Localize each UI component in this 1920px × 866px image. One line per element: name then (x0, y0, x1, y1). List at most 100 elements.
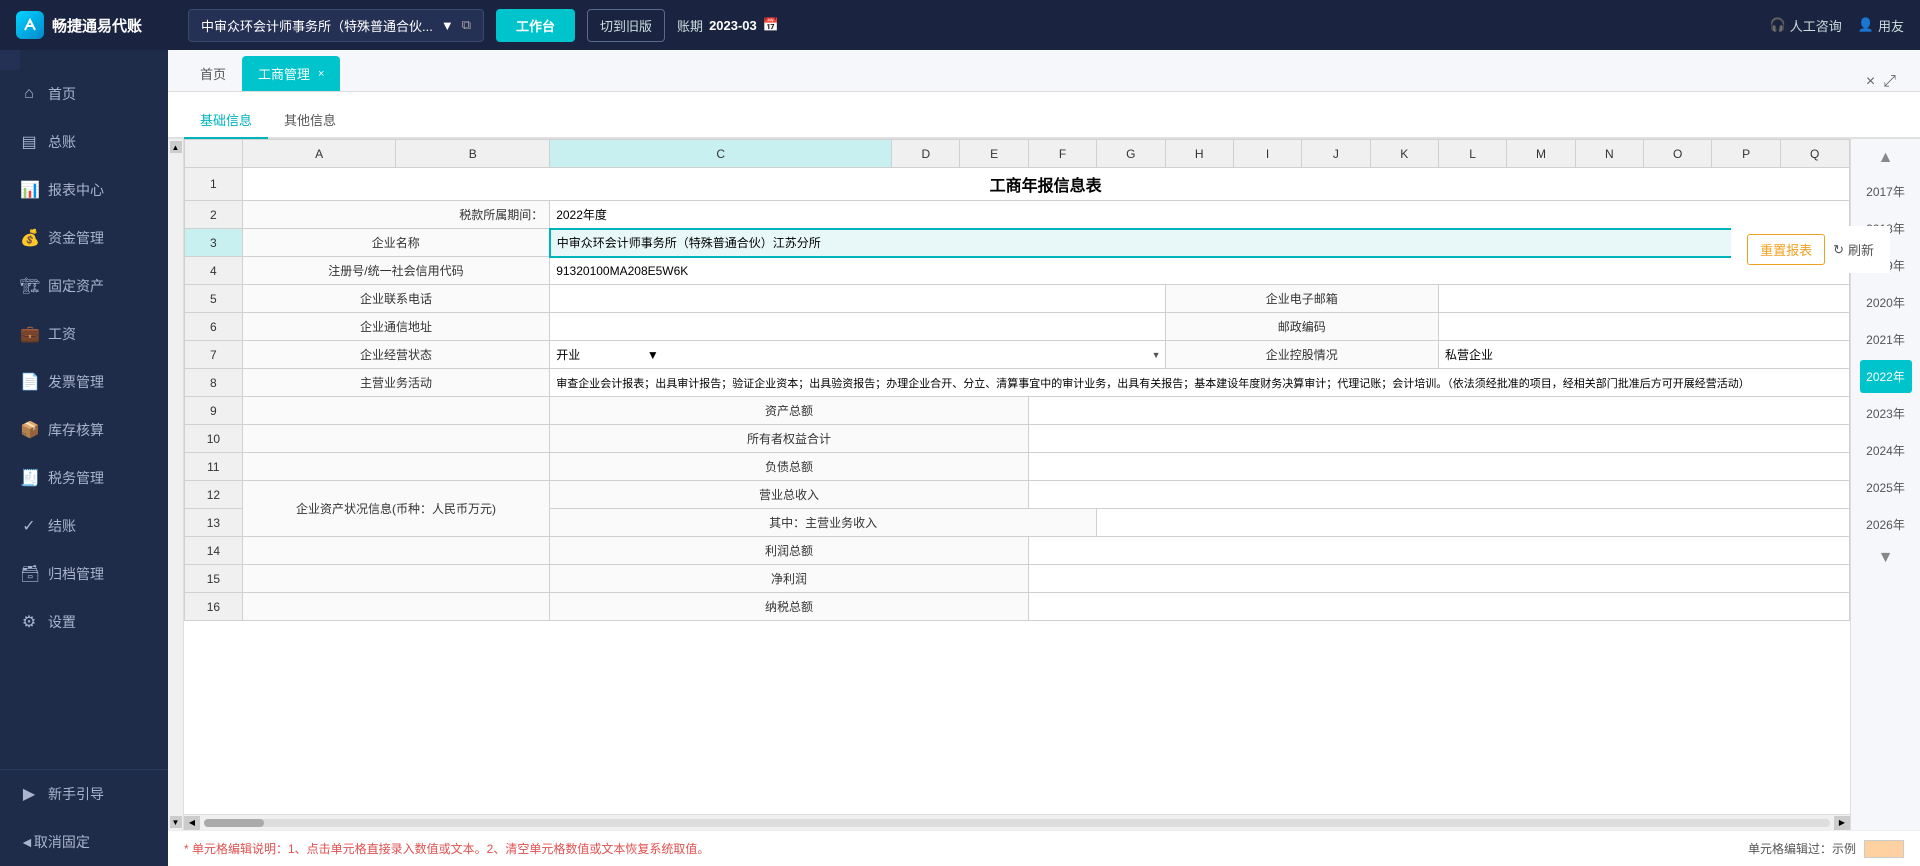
report-icon: 📊 (20, 180, 38, 200)
reg-label: 注册号/统一社会信用代码 (242, 257, 549, 285)
refresh-button[interactable]: ↻ 刷新 (1833, 240, 1874, 259)
sidebar-item-home[interactable]: ⌂ 首页 (0, 70, 168, 118)
tax-total-value[interactable] (1028, 593, 1849, 621)
col-header-K[interactable]: K (1370, 140, 1438, 168)
sidebar-item-wage[interactable]: 💼 工资 (0, 310, 168, 358)
table-row: 11 负债总额 (185, 453, 1850, 481)
settings-icon: ⚙ (20, 612, 38, 632)
sidebar-label-wage: 工资 (48, 324, 76, 344)
scroll-down-btn[interactable]: ▼ (170, 816, 182, 828)
year-item-2022[interactable]: 2022年 (1860, 360, 1912, 393)
year-nav-down[interactable]: ▼ (1860, 543, 1912, 573)
year-item-2026[interactable]: 2026年 (1860, 508, 1912, 541)
service-button[interactable]: 🎧 人工咨询 (1770, 16, 1842, 35)
tab-basic-info[interactable]: 基础信息 (184, 102, 268, 139)
unpin-item[interactable]: ◄取消固定 (0, 818, 168, 866)
tab-close-icon[interactable]: × (318, 68, 324, 80)
main-revenue-value[interactable] (1097, 509, 1849, 537)
tab-business[interactable]: 工商管理 × (242, 56, 340, 91)
equity-value[interactable] (1028, 425, 1849, 453)
reg-value[interactable]: 91320100MA208E5W6K (550, 257, 1849, 285)
sidebar-item-fund[interactable]: 💰 资金管理 (0, 214, 168, 262)
tab-home[interactable]: 首页 (184, 56, 242, 91)
col-header-D[interactable]: D (892, 140, 960, 168)
sidebar-item-checkout[interactable]: ✓ 结账 (0, 502, 168, 550)
year-item-2021[interactable]: 2021年 (1860, 323, 1912, 356)
spreadsheet-table: A B C D E F G H I J K L (184, 139, 1850, 621)
sidebar-item-archive[interactable]: 🗃 归档管理 (0, 550, 168, 598)
user-icon: 👤 (1858, 17, 1874, 33)
net-profit-value[interactable] (1028, 565, 1849, 593)
debt-value[interactable] (1028, 453, 1849, 481)
col-header-B[interactable]: B (396, 140, 550, 168)
year-item-2020[interactable]: 2020年 (1860, 286, 1912, 319)
year-item-2025[interactable]: 2025年 (1860, 471, 1912, 504)
col-header-M[interactable]: M (1507, 140, 1575, 168)
sidebar-item-tax[interactable]: 🧾 税务管理 (0, 454, 168, 502)
sidebar-label-report: 报表中心 (48, 180, 104, 200)
h-scrollbar-thumb[interactable] (204, 819, 264, 827)
expand-window-icon[interactable]: ⤢ (1883, 73, 1896, 91)
close-window-icon[interactable]: × (1866, 73, 1875, 91)
year-item-2024[interactable]: 2024年 (1860, 434, 1912, 467)
biz-status-value[interactable]: 开业 ▼ (550, 341, 1165, 369)
email-value[interactable] (1438, 285, 1849, 313)
holding-value[interactable]: 私营企业 (1438, 341, 1849, 369)
sidebar-item-report[interactable]: 📊 报表中心 (0, 166, 168, 214)
col-header-J[interactable]: J (1302, 140, 1370, 168)
col-header-G[interactable]: G (1097, 140, 1165, 168)
total-assets-value[interactable] (1028, 397, 1849, 425)
main-biz-value[interactable]: 审查企业会计报表；出具审计报告；验证企业资本；出具验资报告；办理企业合开、分立、… (550, 369, 1849, 397)
table-row: 3 企业名称 中审众环会计师事务所（特殊普通合伙）江苏分所 (185, 229, 1850, 257)
sidebar-item-inventory[interactable]: 📦 库存核算 (0, 406, 168, 454)
col-header-Q[interactable]: Q (1780, 140, 1849, 168)
h-scroll-bar[interactable]: ◀ ▶ (184, 814, 1850, 830)
status-note: * 单元格编辑说明：1、点击单元格直接录入数值或文本。2、清空单元格数值或文本恢… (184, 840, 709, 857)
company-selector[interactable]: 中审众环会计师事务所（特殊普通合伙... ▼ ⧉ (188, 9, 484, 42)
sheet-scroll-area[interactable]: A B C D E F G H I J K L (184, 139, 1850, 814)
revenue-value[interactable] (1028, 481, 1849, 509)
address-value[interactable] (550, 313, 1165, 341)
user-menu[interactable]: 👤 用友 (1858, 16, 1904, 35)
company-name-value[interactable]: 中审众环会计师事务所（特殊普通合伙）江苏分所 (550, 229, 1849, 257)
year-item-2017[interactable]: 2017年 (1860, 175, 1912, 208)
sidebar-item-ledger[interactable]: ▤ 总账 (0, 118, 168, 166)
title-cell[interactable]: 工商年报信息表 (242, 168, 1849, 201)
main-biz-label: 主营业务活动 (242, 369, 549, 397)
switch-version-button[interactable]: 切到旧版 (587, 9, 665, 42)
calendar-icon[interactable]: 📅 (763, 17, 779, 33)
scroll-left-btn[interactable]: ◀ (184, 816, 200, 830)
profit-value[interactable] (1028, 537, 1849, 565)
company-copy-icon[interactable]: ⧉ (462, 17, 471, 33)
tax-period-value[interactable]: 2022年度 (550, 201, 1849, 229)
sidebar-item-invoice[interactable]: 📄 发票管理 (0, 358, 168, 406)
sidebar-item-settings[interactable]: ⚙ 设置 (0, 598, 168, 646)
col-header-H[interactable]: H (1165, 140, 1233, 168)
col-header-P[interactable]: P (1712, 140, 1780, 168)
table-row: 4 注册号/统一社会信用代码 91320100MA208E5W6K (185, 257, 1850, 285)
col-header-O[interactable]: O (1644, 140, 1712, 168)
status-right: 单元格编辑过：示例 (1748, 840, 1904, 858)
postal-value[interactable] (1438, 313, 1849, 341)
col-header-A[interactable]: A (242, 140, 396, 168)
scroll-up-btn[interactable]: ▲ (170, 141, 182, 153)
col-header-L[interactable]: L (1438, 140, 1506, 168)
scroll-right-btn[interactable]: ▶ (1834, 816, 1850, 830)
inner-tab-area: 基础信息 其他信息 重置报表 ↻ 刷新 (168, 92, 1920, 139)
col-header-E[interactable]: E (960, 140, 1028, 168)
col-header-F[interactable]: F (1028, 140, 1096, 168)
sidebar-item-assets[interactable]: 🏗 固定资产 (0, 262, 168, 310)
col-header-I[interactable]: I (1233, 140, 1301, 168)
workbench-button[interactable]: 工作台 (496, 9, 575, 42)
new-guide-item[interactable]: ▶ 新手引导 (0, 770, 168, 818)
header-right: 🎧 人工咨询 👤 用友 (1770, 16, 1904, 35)
year-nav-up[interactable]: ▲ (1860, 143, 1912, 173)
col-header-C[interactable]: C (550, 140, 892, 168)
reset-button[interactable]: 重置报表 (1747, 234, 1825, 265)
col-header-N[interactable]: N (1575, 140, 1643, 168)
tab-other-info[interactable]: 其他信息 (268, 102, 352, 139)
year-item-2023[interactable]: 2023年 (1860, 397, 1912, 430)
sidebar-label-settings: 设置 (48, 612, 76, 632)
contact-value[interactable] (550, 285, 1165, 313)
main-layout: ⌂ 首页 ▤ 总账 📊 报表中心 💰 资金管理 🏗 固定资产 💼 工资 📄 发票… (0, 50, 1920, 866)
